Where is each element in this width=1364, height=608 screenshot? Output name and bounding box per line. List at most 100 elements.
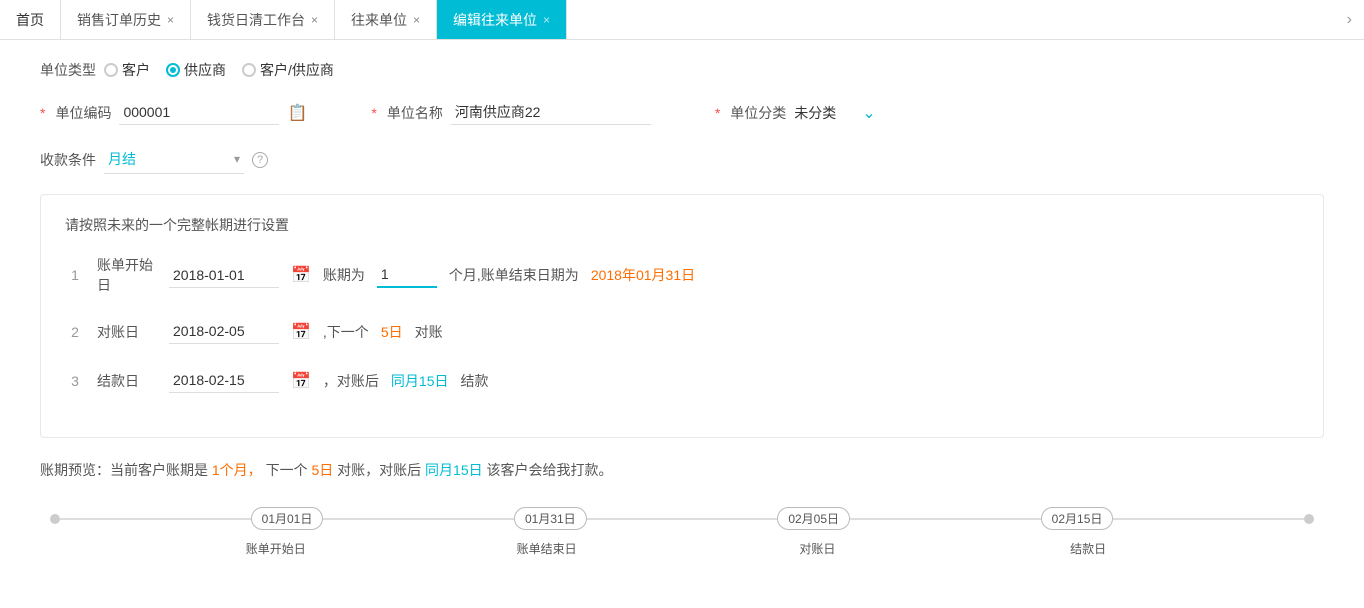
unit-code-input[interactable] [119,100,279,125]
unit-type-field: 单位类型 客户 供应商 客户/供应商 [40,60,334,80]
timeline-point-2: 01月31日 [514,507,587,530]
row-1-cal-icon[interactable]: 📅 [291,265,311,285]
row-1-num: 1 [65,267,85,283]
setting-row-3: 3 结款日 📅 ，对账后 同月15日 结款 [65,368,1299,393]
setting-row-2: 2 对账日 📅 ,下一个 5日 对账 [65,319,1299,344]
radio-both[interactable]: 客户/供应商 [242,60,334,80]
row-2-highlight: 5日 [381,322,403,342]
tab-trading-unit-label: 往来单位 [351,10,407,30]
preview-period: 1个月， [212,462,262,478]
row-3-date-input[interactable] [169,368,279,393]
radio-supplier[interactable]: 供应商 [166,60,226,80]
payment-terms-row: 收款条件 月结 ▾ ? [40,145,1324,174]
unit-class-star: * [715,105,720,121]
unit-class-arrow-icon: ⌄ [862,103,875,123]
setting-row-1: 1 账单开始日 📅 账期为 个月,账单结束日期为 2018年01月31日 [65,255,1299,295]
preview-pay: 同月15日 [425,462,483,478]
timeline-start-dot [50,514,60,524]
timeline-line-4 [850,518,1041,520]
tab-edit-trading-unit[interactable]: 编辑往来单位 × [437,0,567,39]
payment-terms-value: 月结 [108,149,226,169]
row-1-label: 账单开始日 [97,255,157,295]
timeline-label-1: 账单开始日 [246,540,306,557]
timeline-badge-3: 02月05日 [777,507,850,530]
settings-card: 请按照未来的一个完整帐期进行设置 1 账单开始日 📅 账期为 个月,账单结束日期… [40,194,1324,438]
timeline-labels: 账单开始日 账单结束日 对账日 结款日 [50,530,1314,557]
unit-code-star: * [40,105,45,121]
radio-supplier-circle [166,63,180,77]
payment-terms-select[interactable]: 月结 ▾ [104,145,244,174]
timeline-label-3: 对账日 [799,540,835,557]
unit-type-row: 单位类型 客户 供应商 客户/供应商 [40,60,1324,80]
row-3-label: 结款日 [97,371,157,391]
preview-text: 账期预览：当前客户账期是 1个月， 下一个 5日 对账，对账后 同月15日 该客… [40,458,1324,483]
timeline-line-5 [1113,518,1304,520]
payment-terms-dropdown-icon: ▾ [234,152,240,166]
row-3-desc-suffix: 结款 [461,371,489,391]
payment-terms-field: 收款条件 月结 ▾ ? [40,145,268,174]
tab-home[interactable]: 首页 [0,0,61,39]
unit-name-label: 单位名称 [387,103,443,123]
row-2-cal-icon[interactable]: 📅 [291,322,311,342]
row-2-label: 对账日 [97,322,157,342]
radio-customer[interactable]: 客户 [104,60,150,80]
radio-customer-label: 客户 [122,60,150,80]
tab-cash-work[interactable]: 钱货日清工作台 × [191,0,335,39]
row-3-num: 3 [65,373,85,389]
row-1-date-input[interactable] [169,263,279,288]
timeline-label-4: 结款日 [1070,540,1106,557]
tab-cash-work-label: 钱货日清工作台 [207,10,305,30]
tab-trading-unit-close[interactable]: × [413,13,420,27]
timeline-track: 01月01日 01月31日 02月05日 02月15日 [50,507,1314,530]
unit-code-label: 单位编码 [55,103,111,123]
row-1-period-unit: 个月,账单结束日期为 [449,265,579,285]
radio-customer-circle [104,63,118,77]
timeline-end-dot [1304,514,1314,524]
preview-after: 对账，对账后 [337,462,421,478]
tab-trading-unit[interactable]: 往来单位 × [335,0,437,39]
timeline-badge-4: 02月15日 [1041,507,1114,530]
timeline-badge-1: 01月01日 [251,507,324,530]
row-2-desc-suffix: 对账 [415,322,443,342]
tab-bar: 首页 销售订单历史 × 钱货日清工作台 × 往来单位 × 编辑往来单位 × › [0,0,1364,40]
timeline-point-1: 01月01日 [251,507,324,530]
unit-name-field: * 单位名称 [371,100,650,125]
unit-code-field: * 单位编码 📋 [40,100,307,125]
unit-class-value: 未分类 [794,103,854,123]
unit-code-icon[interactable]: 📋 [287,103,307,123]
radio-both-circle [242,63,256,77]
timeline-point-4: 02月15日 [1041,507,1114,530]
tab-edit-trading-unit-close[interactable]: × [543,13,550,27]
row-2-date-input[interactable] [169,319,279,344]
row-3-cal-icon[interactable]: 📅 [291,371,311,391]
row-2-num: 2 [65,324,85,340]
timeline-container: 01月01日 01月31日 02月05日 02月15日 账单开始日 [40,507,1324,557]
unit-info-row: * 单位编码 📋 * 单位名称 * 单位分类 未分类 ⌄ [40,100,1324,125]
timeline-line-2 [323,518,514,520]
payment-terms-help-icon[interactable]: ? [252,152,268,168]
tab-more-button[interactable]: › [1335,11,1364,29]
preview-day: 5日 [311,462,333,478]
unit-class-select[interactable]: 未分类 ⌄ [794,103,994,123]
row-1-period-input[interactable] [377,262,437,288]
main-content: 单位类型 客户 供应商 客户/供应商 * 单位编码 [0,40,1364,608]
row-2-desc-prefix: ,下一个 [323,322,369,342]
unit-name-star: * [371,105,376,121]
unit-type-radio-group: 客户 供应商 客户/供应商 [104,60,334,80]
unit-type-label: 单位类型 [40,60,96,80]
payment-terms-label: 收款条件 [40,150,96,170]
tab-cash-work-close[interactable]: × [311,13,318,27]
preview-mid: 下一个 [266,462,308,478]
tab-sales-order-label: 销售订单历史 [77,10,161,30]
timeline-badge-2: 01月31日 [514,507,587,530]
settings-card-title: 请按照未来的一个完整帐期进行设置 [65,215,1299,235]
row-1-period-label: 账期为 [323,265,365,285]
tab-edit-trading-unit-label: 编辑往来单位 [453,10,537,30]
radio-supplier-label: 供应商 [184,60,226,80]
tab-sales-order-close[interactable]: × [167,13,174,27]
unit-name-input[interactable] [451,100,651,125]
row-3-desc-prefix: ，对账后 [323,371,379,391]
tab-sales-order[interactable]: 销售订单历史 × [61,0,191,39]
preview-prefix: 账期预览：当前客户账期是 [40,462,208,478]
timeline-line-1 [60,518,251,520]
